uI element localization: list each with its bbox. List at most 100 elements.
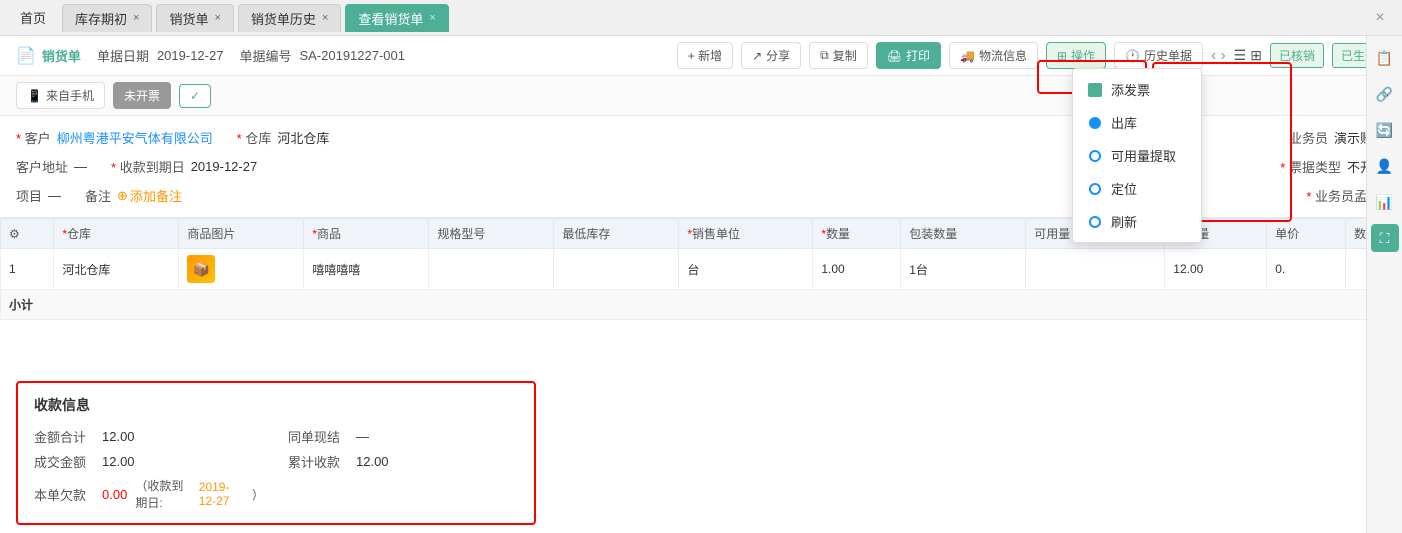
project-label: 项目 (16, 186, 42, 205)
col-image: 商品图片 (179, 219, 304, 249)
history-button[interactable]: 🕐 历史单据 (1114, 42, 1203, 69)
warehouse-value: 河北仓库 (277, 128, 329, 147)
dropdown-refresh-label: 刷新 (1111, 212, 1137, 231)
employee-label: 业务员 (1289, 128, 1328, 147)
print-icon: 🖨 (887, 49, 902, 63)
tab-sales-history-close[interactable]: × (322, 12, 328, 24)
sidebar-icon-user[interactable]: 👤 (1371, 152, 1399, 180)
dropdown-locate-label: 定位 (1111, 179, 1137, 198)
tab-inventory-close[interactable]: × (133, 12, 139, 24)
history-icon: 🕐 (1125, 49, 1140, 63)
summary-total-value: 12.00 (102, 429, 135, 444)
locate-icon (1087, 181, 1103, 197)
dropdown-item-available[interactable]: 可用量提取 (1073, 139, 1201, 172)
sidebar-icon-refresh[interactable]: 🔄 (1371, 116, 1399, 144)
copy-button[interactable]: ⧉ 复制 (809, 42, 868, 69)
print-button[interactable]: 🖨 打印 (876, 42, 941, 69)
right-sidebar: 📋 🔗 🔄 👤 📊 ⛶ (1366, 36, 1402, 533)
sidebar-icon-doc[interactable]: 📋 (1371, 44, 1399, 72)
col-spec: 规格型号 (429, 219, 554, 249)
window-close-button[interactable]: × (1366, 4, 1394, 32)
doc-icon: 📄 (16, 46, 36, 66)
summary-cumulative-label: 累计收款 (288, 452, 348, 471)
not-open-label: 未开票 (124, 87, 160, 104)
address-field: 客户地址 — (16, 157, 87, 176)
tab-sales-history-label: 销货单历史 (251, 9, 316, 28)
share-icon: ↗ (752, 49, 762, 63)
view-list-button[interactable]: ☰ (1234, 47, 1247, 64)
from-phone-button[interactable]: 📱 来自手机 (16, 82, 105, 109)
subtotal-label: 小计 (1, 290, 1402, 320)
tab-inventory[interactable]: 库存期初 × (62, 4, 152, 32)
available-icon (1087, 148, 1103, 164)
operations-dropdown: 添发票 出库 可用量提取 定位 刷新 (1072, 68, 1202, 243)
doc-date-value: 2019-12-27 (157, 48, 224, 63)
tab-sales-history[interactable]: 销货单历史 × (238, 4, 341, 32)
new-button[interactable]: + 新增 (677, 42, 733, 69)
operations-button[interactable]: ⊞ 操作 (1046, 42, 1106, 69)
col-qty: *数量 (813, 219, 901, 249)
address-value: — (74, 159, 87, 174)
share-button[interactable]: ↗ 分享 (741, 42, 801, 69)
document-meta: 单据日期 2019-12-27 单据编号 SA-20191227-001 (97, 46, 405, 65)
phone-icon: 📱 (27, 89, 42, 103)
summary-same-settle-label: 同单现结 (288, 427, 348, 446)
add-icon: ⊕ (117, 188, 128, 204)
summary-total-label: 金额合计 (34, 427, 94, 446)
logistics-label: 物流信息 (979, 47, 1027, 64)
subtotal-row: 小计 (1, 290, 1402, 320)
invoice-type-label: 票据类型 (1280, 157, 1341, 176)
nav-next-button[interactable]: › (1220, 47, 1225, 65)
payment-date-label: 收款到期日 (111, 157, 185, 176)
cell-seq: 1 (1, 249, 54, 290)
warehouse-label: 仓库 (237, 128, 272, 147)
dropdown-item-locate[interactable]: 定位 (1073, 172, 1201, 205)
customer-label: 客户 (16, 128, 51, 147)
summary-total-amount-row: 金额合计 12.00 (34, 427, 264, 446)
summary-owed-note: （收款到期日: (135, 477, 190, 511)
invoice-icon (1087, 82, 1103, 98)
tab-home[interactable]: 首页 (8, 4, 58, 32)
logistics-button[interactable]: 🚚 物流信息 (949, 42, 1038, 69)
doc-number-label: 单据编号 SA-20191227-001 (239, 46, 405, 65)
tab-sales-close[interactable]: × (214, 12, 220, 24)
nav-prev-button[interactable]: ‹ (1211, 47, 1216, 65)
add-note-button[interactable]: ⊕ 添加备注 (117, 186, 182, 205)
summary-deal-label: 成交金额 (34, 452, 94, 471)
document-actions: + 新增 ↗ 分享 ⧉ 复制 🖨 打印 🚚 物流信息 (677, 42, 1386, 69)
dropdown-item-refresh[interactable]: 刷新 (1073, 205, 1201, 238)
tab-home-label: 首页 (20, 8, 46, 27)
tab-bar: 首页 库存期初 × 销货单 × 销货单历史 × 查看销货单 × × (0, 0, 1402, 36)
tab-view-sales[interactable]: 查看销货单 × (345, 4, 448, 32)
tab-sales[interactable]: 销货单 × (156, 4, 233, 32)
cell-warehouse: 河北仓库 (54, 249, 179, 290)
sidebar-icon-expand[interactable]: ⛶ (1371, 224, 1399, 252)
tab-sales-label: 销货单 (169, 9, 208, 28)
dropdown-item-invoice[interactable]: 添发票 (1073, 73, 1201, 106)
sidebar-icon-link[interactable]: 🔗 (1371, 80, 1399, 108)
tab-inventory-label: 库存期初 (75, 9, 127, 28)
summary-col-right: 同单现结 — 累计收款 12.00 (288, 427, 518, 511)
summary-cumulative-row: 累计收款 12.00 (288, 452, 518, 471)
employee2-label: 业务员孟 (1306, 186, 1367, 205)
not-open-button[interactable]: 未开票 (113, 82, 171, 109)
col-settings[interactable]: ⚙ (1, 219, 54, 249)
col-unit: *销售单位 (679, 219, 813, 249)
from-phone-label: 来自手机 (46, 87, 94, 104)
dropdown-item-outbound[interactable]: 出库 (1073, 106, 1201, 139)
doc-date-label: 单据日期 2019-12-27 (97, 46, 224, 65)
cell-min-stock (554, 249, 679, 290)
confirm-button[interactable]: ✓ (179, 84, 211, 108)
summary-title: 收款信息 (34, 395, 518, 415)
col-pack: 包装数量 (901, 219, 1026, 249)
customer-value[interactable]: 柳州粤港平安气体有限公司 (57, 128, 213, 147)
summary-owed-paren: ） (252, 486, 264, 503)
view-grid-button[interactable]: ⊞ (1250, 47, 1262, 64)
product-img-icon: 📦 (193, 261, 210, 278)
summary-owed-row: 本单欠款 0.00 （收款到期日: 2019-12-27 ） (34, 477, 264, 511)
tab-view-sales-close[interactable]: × (429, 12, 435, 24)
summary-owed-label: 本单欠款 (34, 485, 94, 504)
sidebar-icon-chart[interactable]: 📊 (1371, 188, 1399, 216)
logistics-icon: 🚚 (960, 49, 975, 63)
doc-type-label: 销货单 (42, 46, 81, 65)
